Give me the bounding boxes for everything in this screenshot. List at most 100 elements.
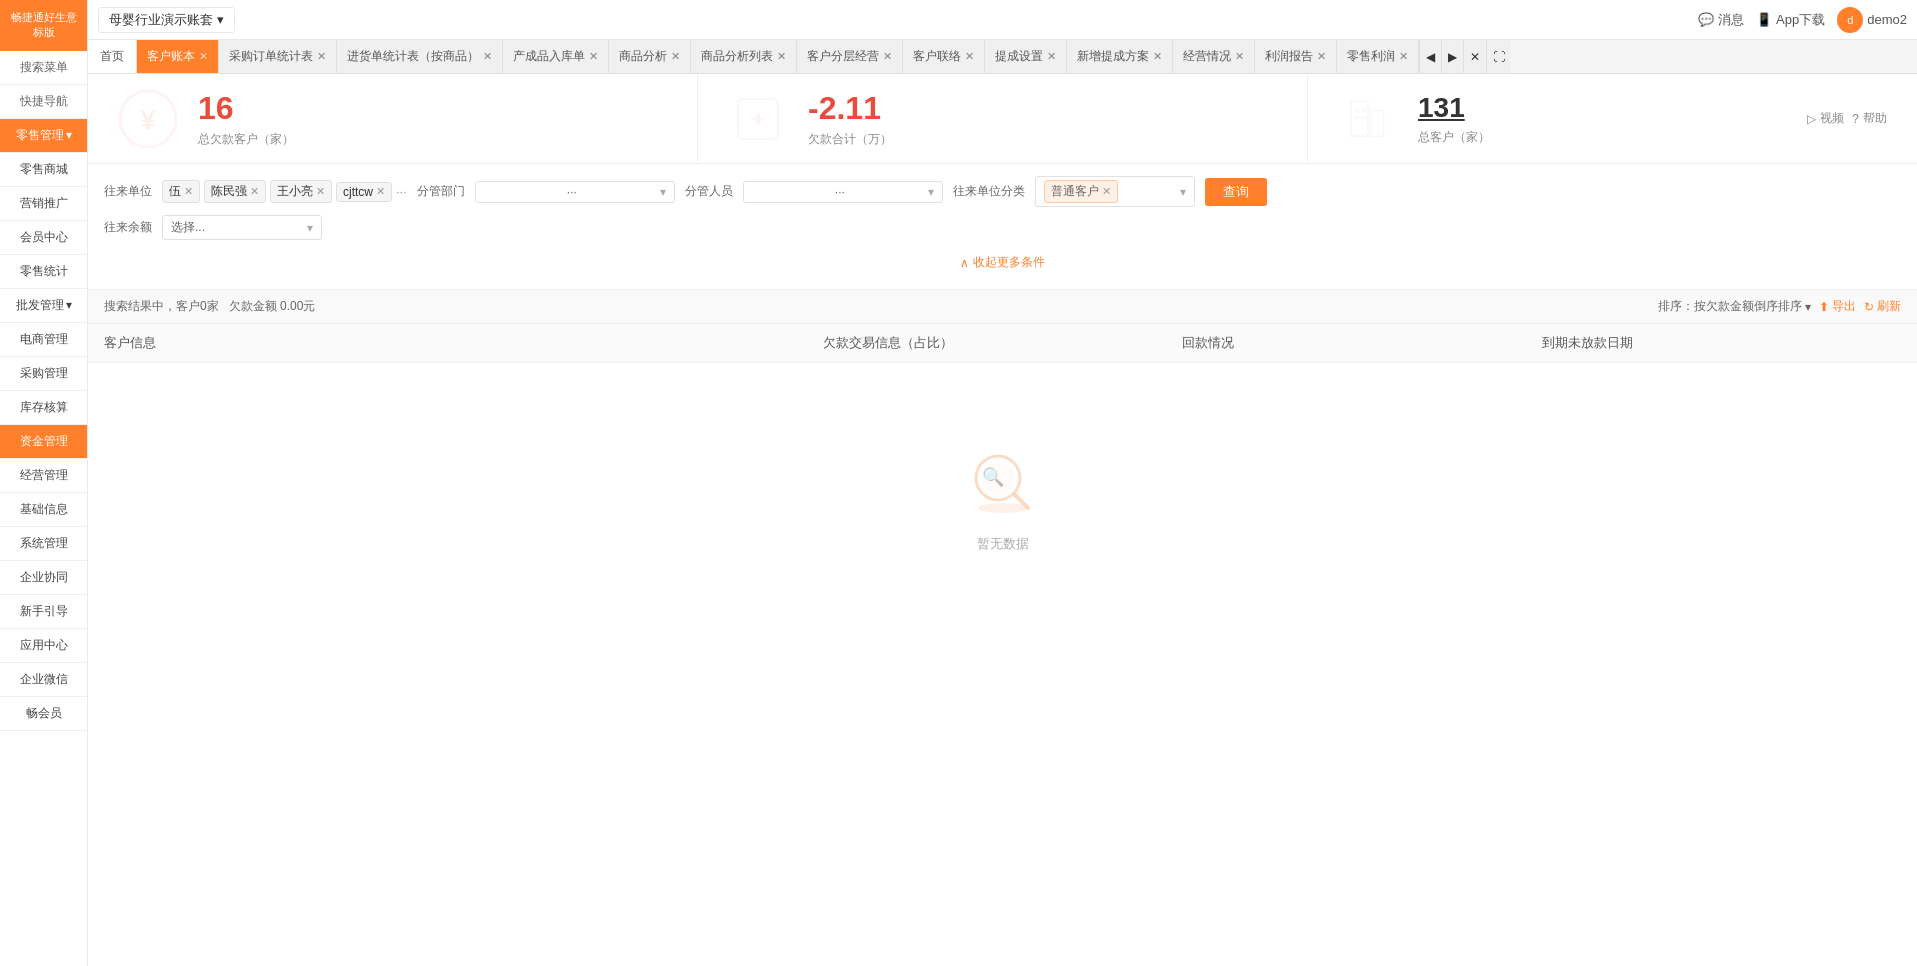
- refresh-button[interactable]: ↻ 刷新: [1864, 298, 1901, 315]
- tab-nav-next[interactable]: ▶: [1441, 40, 1463, 73]
- tab-close-icon[interactable]: ✕: [965, 50, 974, 63]
- tab-accounts[interactable]: 客户账本 ✕: [137, 40, 219, 73]
- tag-close-icon[interactable]: ✕: [250, 185, 259, 198]
- filter-tag-chen[interactable]: 陈民强 ✕: [204, 180, 266, 203]
- sidebar-item-quick-nav[interactable]: 快捷导航: [0, 85, 87, 119]
- stat-value-customers: 16: [198, 89, 294, 127]
- chevron-up-icon: ∧: [960, 256, 969, 270]
- tab-close-icon[interactable]: ✕: [317, 50, 326, 63]
- filter-tag-wang[interactable]: 王小亮 ✕: [270, 180, 332, 203]
- chevron-down-icon: ▾: [66, 298, 72, 312]
- app-logo[interactable]: 畅捷通好生意 标版: [0, 0, 87, 51]
- sidebar-item-app-center[interactable]: 应用中心: [0, 629, 87, 663]
- empty-illustration: 🔍: [963, 443, 1043, 523]
- sidebar-item-new-guide[interactable]: 新手引导: [0, 595, 87, 629]
- sidebar-item-enterprise-collab[interactable]: 企业协同: [0, 561, 87, 595]
- tag-close-icon[interactable]: ✕: [316, 185, 325, 198]
- sidebar-item-enterprise-wechat[interactable]: 企业微信: [0, 663, 87, 697]
- stat-label-total: 总客户（家）: [1418, 129, 1490, 146]
- video-help-btn[interactable]: ▷ 视频: [1807, 110, 1844, 127]
- tag-close-icon[interactable]: ✕: [184, 185, 193, 198]
- tab-home[interactable]: 首页: [88, 40, 137, 73]
- account-selector[interactable]: 母婴行业演示账套 ▾: [98, 7, 235, 33]
- svg-text:✦: ✦: [749, 107, 767, 132]
- result-summary: 搜索结果中，客户0家: [104, 298, 219, 315]
- tab-inventory-stats[interactable]: 进货单统计表（按商品） ✕: [337, 40, 503, 73]
- sidebar-item-wholesale-mgmt[interactable]: 批发管理 ▾: [0, 289, 87, 323]
- tab-close-icon[interactable]: ✕: [1399, 50, 1408, 63]
- stat-label-debt: 欠款合计（万）: [808, 131, 892, 148]
- sidebar-item-business-mgmt[interactable]: 经营管理: [0, 459, 87, 493]
- user-profile[interactable]: d demo2: [1837, 7, 1907, 33]
- tab-new-promotion-plan[interactable]: 新增提成方案 ✕: [1067, 40, 1173, 73]
- tab-maximize[interactable]: ⛶: [1486, 40, 1511, 73]
- category-filter-select[interactable]: 普通客户 ✕ ▾: [1035, 176, 1195, 207]
- sidebar-item-ecommerce-mgmt[interactable]: 电商管理: [0, 323, 87, 357]
- filter-tag-wu[interactable]: 伍 ✕: [162, 180, 200, 203]
- sidebar-item-retail-mgmt[interactable]: 零售管理 ▾: [0, 119, 87, 153]
- collapse-btn[interactable]: ∧ 收起更多条件: [104, 248, 1901, 277]
- more-icon: ···: [567, 185, 577, 199]
- filter-tag-cjttcw[interactable]: cjttcw ✕: [336, 182, 392, 202]
- chevron-down-icon: ▾: [66, 128, 72, 142]
- tab-close-icon[interactable]: ✕: [777, 50, 786, 63]
- message-btn[interactable]: 💬 消息: [1698, 11, 1744, 29]
- tab-customer-segment[interactable]: 客户分层经营 ✕: [797, 40, 903, 73]
- tag-label: cjttcw: [343, 185, 373, 199]
- person-filter-select[interactable]: ··· ▾: [743, 181, 943, 203]
- tab-goods-analysis-list[interactable]: 商品分析列表 ✕: [691, 40, 797, 73]
- tab-close-icon[interactable]: ✕: [671, 50, 680, 63]
- balance-filter-select[interactable]: 选择... ▾: [162, 215, 322, 240]
- svg-rect-6: [1355, 108, 1358, 111]
- more-tags-btn[interactable]: ···: [396, 184, 407, 199]
- tab-nav-prev[interactable]: ◀: [1419, 40, 1441, 73]
- sidebar-item-retail-stats[interactable]: 零售统计: [0, 255, 87, 289]
- tab-retail-profit[interactable]: 零售利润 ✕: [1337, 40, 1419, 73]
- sidebar-item-inventory-check[interactable]: 库存核算: [0, 391, 87, 425]
- query-button[interactable]: 查询: [1205, 178, 1267, 206]
- tab-close-icon[interactable]: ✕: [1047, 50, 1056, 63]
- sidebar-item-capital-mgmt[interactable]: 资金管理: [0, 425, 87, 459]
- tab-close-icon[interactable]: ✕: [483, 50, 492, 63]
- sort-button[interactable]: 排序：按欠款金额倒序排序 ▾: [1658, 298, 1811, 315]
- sidebar-item-basic-info[interactable]: 基础信息: [0, 493, 87, 527]
- sidebar-item-purchase-mgmt[interactable]: 采购管理: [0, 357, 87, 391]
- filter-area: 往来单位 伍 ✕ 陈民强 ✕ 王小亮 ✕ cjttcw: [88, 164, 1917, 290]
- tab-close-icon[interactable]: ✕: [1317, 50, 1326, 63]
- tab-customer-contact[interactable]: 客户联络 ✕: [903, 40, 985, 73]
- stat-info-total: 131 总客户（家）: [1418, 91, 1490, 146]
- person-filter-label: 分管人员: [685, 183, 733, 200]
- sidebar-item-retail-mall[interactable]: 零售商城: [0, 153, 87, 187]
- question-icon: ?: [1852, 112, 1859, 126]
- tab-close-icon[interactable]: ✕: [883, 50, 892, 63]
- tab-profit-report[interactable]: 利润报告 ✕: [1255, 40, 1337, 73]
- tag-close-icon[interactable]: ✕: [376, 185, 385, 198]
- tab-goods-analysis[interactable]: 商品分析 ✕: [609, 40, 691, 73]
- tab-close-icon[interactable]: ✕: [199, 50, 208, 63]
- stat-info-debt: -2.11 欠款合计（万）: [808, 89, 892, 148]
- help-btn[interactable]: ? 帮助: [1852, 110, 1887, 127]
- tab-close-icon[interactable]: ✕: [589, 50, 598, 63]
- category-tag[interactable]: 普通客户 ✕: [1044, 180, 1118, 203]
- refresh-icon: ↻: [1864, 300, 1874, 314]
- category-tag-label: 普通客户: [1051, 183, 1099, 200]
- tab-close-icon[interactable]: ✕: [1235, 50, 1244, 63]
- tab-close-all[interactable]: ✕: [1463, 40, 1486, 73]
- export-button[interactable]: ⬆ 导出: [1819, 298, 1856, 315]
- tag-close-icon[interactable]: ✕: [1102, 185, 1111, 198]
- sidebar-item-search[interactable]: 搜索菜单: [0, 51, 87, 85]
- dept-filter-label: 分管部门: [417, 183, 465, 200]
- sidebar-item-marketing[interactable]: 营销推广: [0, 187, 87, 221]
- tab-business-status[interactable]: 经营情况 ✕: [1173, 40, 1255, 73]
- tab-purchase-order-stats[interactable]: 采购订单统计表 ✕: [219, 40, 337, 73]
- dept-filter-select[interactable]: ··· ▾: [475, 181, 675, 203]
- sidebar-item-system-mgmt[interactable]: 系统管理: [0, 527, 87, 561]
- stat-value-debt: -2.11: [808, 89, 892, 127]
- filter-row-1: 往来单位 伍 ✕ 陈民强 ✕ 王小亮 ✕ cjttcw: [104, 176, 1901, 207]
- app-download-btn[interactable]: 📱 App下载: [1756, 11, 1825, 29]
- tab-close-icon[interactable]: ✕: [1153, 50, 1162, 63]
- tab-cost-entry[interactable]: 产成品入库单 ✕: [503, 40, 609, 73]
- tab-promotion-settings[interactable]: 提成设置 ✕: [985, 40, 1067, 73]
- sidebar-item-chang-member[interactable]: 畅会员: [0, 697, 87, 731]
- sidebar-item-member-center[interactable]: 会员中心: [0, 221, 87, 255]
